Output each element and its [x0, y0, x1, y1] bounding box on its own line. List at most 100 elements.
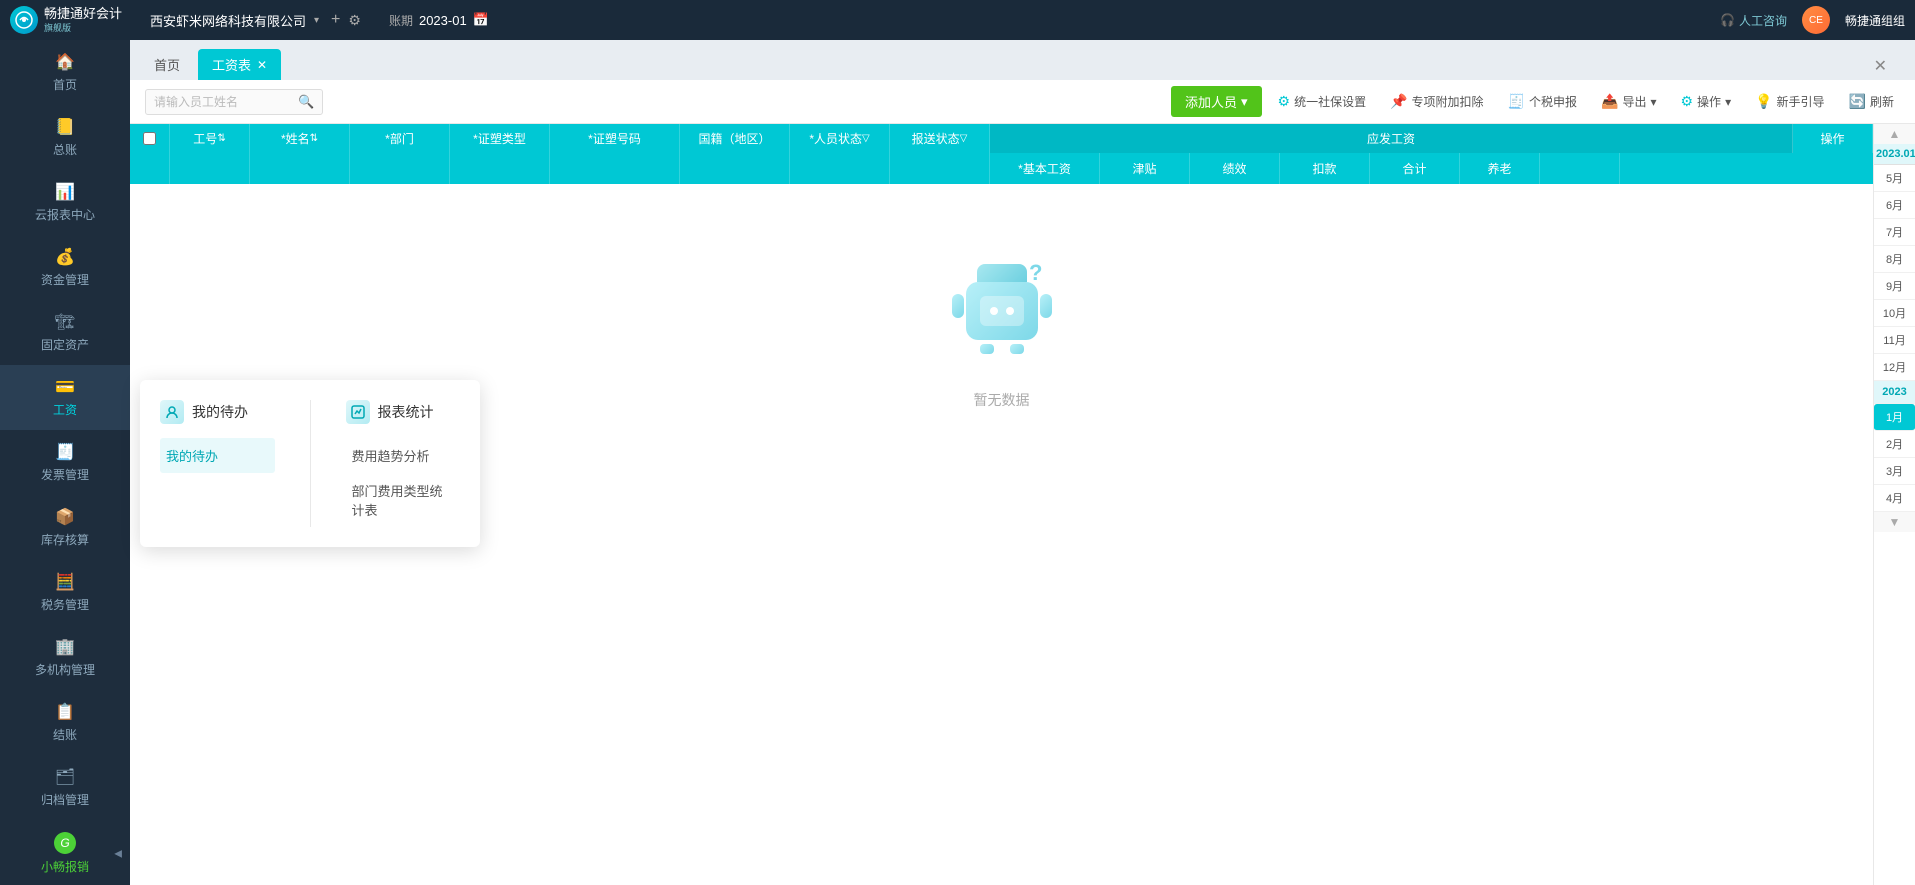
popup-item-dept-expense[interactable]: 部门费用类型统计表	[346, 473, 461, 527]
todo-col-icon	[160, 400, 184, 424]
period-label: 账期	[389, 12, 413, 29]
social-security-btn[interactable]: ⚙ 统一社保设置	[1272, 89, 1373, 114]
special-deduct-btn[interactable]: 📌 专项附加扣除	[1384, 89, 1489, 114]
popup-item-dept-expense-label: 部门费用类型统计表	[352, 484, 443, 518]
export-btn[interactable]: 📤 导出 ▾	[1595, 89, 1662, 114]
sidebar-item-ledger[interactable]: 📒 总账	[0, 105, 130, 170]
user-avatar[interactable]: CE	[1802, 6, 1830, 34]
header-plus-btn[interactable]: +	[331, 11, 340, 29]
sidebar-label-funds: 资金管理	[41, 271, 89, 288]
operations-btn[interactable]: ⚙ 操作 ▾	[1674, 89, 1737, 114]
robot-head	[977, 264, 1027, 282]
user-name[interactable]: 畅捷通组组	[1845, 12, 1905, 29]
month-item-9[interactable]: 9月	[1874, 273, 1915, 300]
popup-col-reports-title: 报表统计	[346, 400, 461, 424]
headset-icon: 🎧	[1720, 13, 1735, 27]
month-item-12[interactable]: 12月	[1874, 354, 1915, 381]
tab-salary-table[interactable]: 工资表 ✕	[198, 49, 281, 80]
robot-face	[980, 296, 1024, 326]
th2-total-label: 合计	[1402, 160, 1426, 177]
th2-deduction: 扣款	[1280, 153, 1370, 184]
sidebar-item-invoice[interactable]: 🧾 发票管理	[0, 430, 130, 495]
month-item-7[interactable]: 7月	[1874, 219, 1915, 246]
sidebar-item-inventory[interactable]: 📦 库存核算	[0, 495, 130, 560]
th2-nationality	[680, 153, 790, 184]
popup-col-todo: 我的待办 我的待办	[160, 400, 275, 527]
sidebar-item-settle[interactable]: 📋 结账	[0, 690, 130, 755]
company-dropdown-arrow[interactable]: ▾	[314, 15, 319, 26]
social-security-label: 统一社保设置	[1294, 93, 1366, 110]
logo-icon	[10, 6, 38, 34]
th2-job-no	[170, 153, 250, 184]
select-all-checkbox[interactable]	[143, 132, 156, 145]
close-all-btn[interactable]: ✕	[1866, 52, 1895, 80]
search-input[interactable]	[154, 95, 294, 109]
calendar-icon[interactable]: 📅	[473, 12, 489, 28]
month-item-11[interactable]: 11月	[1874, 327, 1915, 354]
popup-col-reports: 报表统计 费用趋势分析 部门费用类型统计表	[346, 400, 461, 527]
popup-col-todo-title: 我的待办	[160, 400, 275, 424]
th-job-no-sort[interactable]: ⇅	[217, 133, 225, 144]
social-security-icon: ⚙	[1278, 93, 1291, 110]
popup-item-expense-trend[interactable]: 费用趋势分析	[346, 438, 461, 473]
month-nav-down-btn[interactable]: ▼	[1874, 512, 1915, 532]
month-item-5[interactable]: 5月	[1874, 165, 1915, 192]
customer-service-btn[interactable]: 🎧 人工咨询	[1720, 12, 1787, 29]
tab-home[interactable]: 首页	[140, 49, 194, 80]
th-report-status-filter[interactable]: ▽	[960, 133, 968, 144]
sidebar-item-funds[interactable]: 💰 资金管理	[0, 235, 130, 300]
th-checkbox[interactable]	[130, 124, 170, 153]
th2-performance-label: 绩效	[1222, 160, 1246, 177]
sidebar-item-xiaochang[interactable]: G 小畅报销 ◀	[0, 820, 130, 885]
month-item-1[interactable]: 1月	[1874, 404, 1915, 431]
th-job-no: 工号 ⇅	[170, 124, 250, 153]
th-person-status-filter[interactable]: ▽	[862, 133, 870, 144]
sidebar-label-multiorg: 多机构管理	[35, 661, 95, 678]
popup-item-my-todo[interactable]: 我的待办	[160, 438, 275, 473]
multiorg-icon: 🏢	[55, 637, 75, 657]
sidebar-item-archive[interactable]: 🗂 归档管理	[0, 755, 130, 820]
sidebar-label-salary: 工资	[53, 401, 77, 418]
month-item-8[interactable]: 8月	[1874, 246, 1915, 273]
sidebar-item-assets[interactable]: 🏗 固定资产	[0, 300, 130, 365]
ledger-icon: 📒	[55, 117, 75, 137]
add-person-label: 添加人员	[1185, 92, 1237, 111]
th-nationality: 国籍（地区）	[680, 124, 790, 153]
th-person-status: *人员状态 ▽	[790, 124, 890, 153]
sidebar-item-multiorg[interactable]: 🏢 多机构管理	[0, 625, 130, 690]
personal-tax-btn[interactable]: 🧾 个税申报	[1502, 89, 1583, 114]
month-item-6[interactable]: 6月	[1874, 192, 1915, 219]
right-month-sidebar: ▲ 2023.01 5月 6月 7月 8月 9月 10月 11月 12月 202…	[1873, 124, 1915, 885]
export-icon: 📤	[1601, 93, 1618, 110]
th-name-sort[interactable]: ⇅	[310, 133, 318, 144]
month-item-3[interactable]: 3月	[1874, 458, 1915, 485]
tab-home-label: 首页	[154, 58, 180, 73]
new-guide-label: 新手引导	[1777, 93, 1825, 110]
refresh-icon: 🔄	[1849, 93, 1866, 110]
th-report-status: 报送状态 ▽	[890, 124, 990, 153]
header-settings-btn[interactable]: ⚙	[348, 12, 361, 29]
period-value[interactable]: 2023-01	[419, 13, 467, 28]
add-person-btn[interactable]: 添加人员 ▾	[1171, 86, 1262, 117]
search-icon[interactable]: 🔍	[298, 94, 314, 110]
th-operations: 操作	[1793, 124, 1873, 153]
month-item-10[interactable]: 10月	[1874, 300, 1915, 327]
sidebar-item-home[interactable]: 🏠 首页	[0, 40, 130, 105]
robot-eye-right	[1006, 307, 1014, 315]
refresh-btn[interactable]: 🔄 刷新	[1843, 89, 1900, 114]
month-item-4[interactable]: 4月	[1874, 485, 1915, 512]
month-item-2[interactable]: 2月	[1874, 431, 1915, 458]
sidebar-item-tax[interactable]: 🧮 税务管理	[0, 560, 130, 625]
tab-close-btn[interactable]: ✕	[257, 58, 267, 72]
tax-icon: 🧮	[55, 572, 75, 592]
home-icon: 🏠	[55, 52, 75, 72]
sidebar-label-invoice: 发票管理	[41, 466, 89, 483]
th2-total: 合计	[1370, 153, 1460, 184]
funds-icon: 💰	[55, 247, 75, 267]
new-guide-btn[interactable]: 💡 新手引导	[1749, 89, 1830, 114]
month-nav-up-btn[interactable]: ▲	[1874, 124, 1915, 144]
sidebar-item-salary[interactable]: 💳 工资	[0, 365, 130, 430]
toolbar-actions: ⚙ 统一社保设置 📌 专项附加扣除 🧾 个税申报 📤 导出 ▾ ⚙	[1272, 89, 1900, 114]
sidebar-item-reports[interactable]: 📊 云报表中心	[0, 170, 130, 235]
sidebar-label-home: 首页	[53, 76, 77, 93]
